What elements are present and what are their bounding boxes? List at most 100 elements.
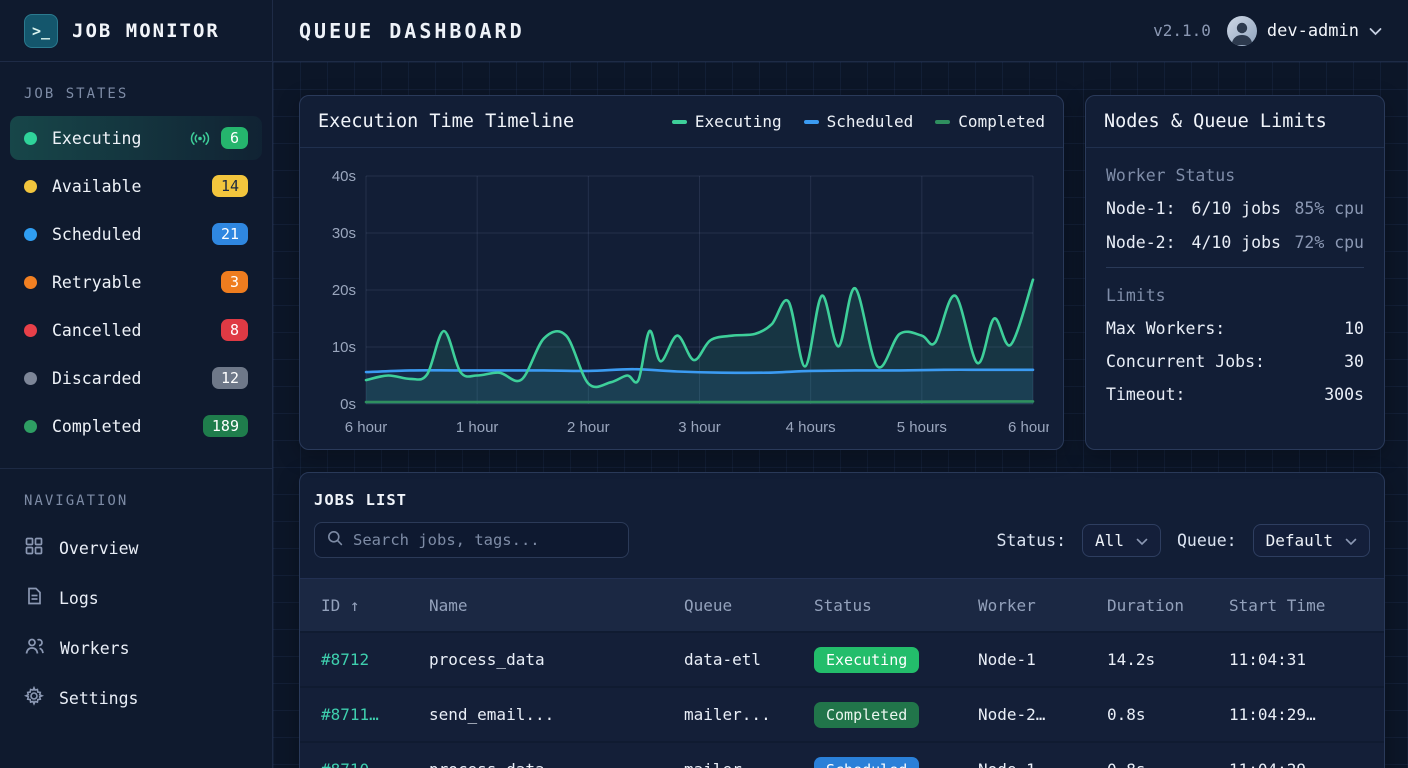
- queue-filter[interactable]: Default: [1252, 523, 1370, 557]
- topbar: QUEUE DASHBOARD v2.1.0 dev-admin: [273, 0, 1408, 62]
- job-start-time: 11:04:29…: [1229, 705, 1316, 724]
- worker-status-row: Node-1: 6/10 jobs 85% cpu: [1106, 199, 1364, 218]
- limit-row: Timeout: 300s: [1106, 385, 1364, 404]
- sidebar: JOB STATES Executing 6 Available 14 Schedule…: [0, 62, 273, 768]
- selected-value: Default: [1265, 530, 1333, 550]
- chart-legend: Executing Scheduled Completed: [671, 112, 1045, 131]
- sidebar-item-workers[interactable]: Workers: [0, 623, 272, 673]
- sidebar-item-settings[interactable]: Settings: [0, 673, 272, 723]
- count-badge: 189: [202, 415, 248, 437]
- svg-text:0s: 0s: [340, 396, 356, 413]
- timeline-panel: Execution Time Timeline Executing Schedul…: [299, 95, 1064, 450]
- version-label: v2.1.0: [1153, 21, 1211, 40]
- legend-item-executing[interactable]: Executing: [671, 112, 782, 131]
- jobs-list-title: JOBS LIST: [314, 491, 407, 509]
- limit-value: 10: [1344, 319, 1364, 338]
- settings-icon: [23, 685, 45, 710]
- sidebar-item-executing[interactable]: Executing 6: [10, 116, 262, 160]
- job-id-link[interactable]: #8710: [321, 760, 429, 768]
- job-id-link[interactable]: #8711…: [321, 705, 429, 724]
- legend-swatch: [935, 119, 951, 124]
- column-header-worker[interactable]: Worker: [978, 596, 1107, 615]
- state-label: Scheduled: [52, 224, 142, 244]
- nodes-panel: Nodes & Queue Limits Worker Status Node-…: [1085, 95, 1385, 450]
- sidebar-item-discarded[interactable]: Discarded 12: [0, 354, 272, 402]
- svg-text:10s: 10s: [332, 339, 356, 356]
- svg-text:40s: 40s: [332, 168, 356, 185]
- legend-item-completed[interactable]: Completed: [935, 112, 1045, 131]
- logo: >_ JOB MONITOR: [0, 0, 273, 62]
- job-name: process_data: [429, 650, 545, 669]
- app-root: >_ JOB MONITOR QUEUE DASHBOARD v2.1.0 de…: [0, 0, 1408, 768]
- status-badge: Scheduled: [814, 756, 920, 768]
- legend-label: Executing: [694, 112, 782, 131]
- overview-icon: [24, 536, 44, 560]
- svg-text:20s: 20s: [332, 282, 356, 299]
- limit-row: Concurrent Jobs: 30: [1106, 352, 1364, 371]
- job-duration: 14.2s: [1107, 650, 1156, 669]
- job-name: process_data: [429, 760, 684, 768]
- svg-text:4 hours: 4 hours: [786, 419, 836, 436]
- sidebar-item-retryable[interactable]: Retryable 3: [0, 258, 272, 306]
- nodes-title: Nodes & Queue Limits: [1104, 111, 1327, 132]
- sidebar-item-scheduled[interactable]: Scheduled 21: [0, 210, 272, 258]
- avatar: [1226, 15, 1257, 46]
- state-dot: [24, 323, 37, 337]
- worker-cpu: 85% cpu: [1294, 199, 1364, 218]
- job-id-link[interactable]: #8712: [321, 650, 429, 669]
- user-name: dev-admin: [1266, 20, 1359, 41]
- live-icon: [189, 131, 211, 146]
- queue-filter-label: Queue:: [1176, 530, 1237, 550]
- limit-row: Max Workers: 10: [1106, 319, 1364, 338]
- column-header-duration[interactable]: Duration: [1107, 596, 1229, 615]
- page-title: QUEUE DASHBOARD: [299, 18, 525, 43]
- limit-value: 300s: [1324, 385, 1364, 404]
- filters: Status: All Queue: Default: [996, 523, 1370, 557]
- chevron-down-icon: [1136, 531, 1148, 550]
- search-icon: [327, 530, 343, 550]
- sidebar-item-logs[interactable]: Logs: [0, 573, 272, 623]
- nav-label: Overview: [59, 538, 139, 558]
- worker-status-list: Node-1: 6/10 jobs 85% cpu Node-2: 4/10 jobs 7…: [1106, 199, 1364, 252]
- svg-text:30s: 30s: [332, 225, 356, 242]
- svg-text:6 hours: 6 hours: [1008, 419, 1049, 436]
- limit-label: Timeout:: [1106, 385, 1186, 404]
- status-filter-label: Status:: [996, 530, 1067, 550]
- search-input[interactable]: [353, 531, 616, 549]
- user-menu[interactable]: dev-admin: [1226, 15, 1382, 46]
- column-header-id-sort[interactable]: ID ↑: [321, 596, 429, 615]
- count-badge: 3: [220, 271, 248, 293]
- legend-label: Completed: [958, 112, 1045, 131]
- legend-item-scheduled[interactable]: Scheduled: [803, 112, 914, 131]
- column-header-queue[interactable]: Queue: [684, 596, 814, 615]
- table-row[interactable]: #8710process_datamailerScheduled Node-10.…: [300, 741, 1384, 768]
- table-row[interactable]: #8712 process_data data-etl Executing Node-1…: [300, 631, 1384, 686]
- state-label: Available: [52, 176, 142, 196]
- legend-swatch: [671, 119, 687, 124]
- table-row[interactable]: #8711… send_email... mailer... Completed Nod…: [300, 686, 1384, 741]
- count-badge: 21: [211, 223, 248, 245]
- status-filter[interactable]: All: [1082, 523, 1161, 557]
- terminal-icon: >_: [24, 13, 58, 48]
- count-badge: 6: [220, 127, 248, 149]
- worker-cpu: 72% cpu: [1294, 233, 1364, 252]
- main-content: Execution Time Timeline Executing Schedul…: [273, 62, 1408, 768]
- sidebar-item-cancelled[interactable]: Cancelled 8: [0, 306, 272, 354]
- sidebar-item-completed[interactable]: Completed 189: [0, 402, 272, 450]
- jobs-panel: JOBS LIST Status: All Queue: Default ID ↑Na…: [299, 472, 1385, 768]
- column-header-start-time[interactable]: Start Time: [1229, 596, 1384, 615]
- timeline-svg: 0s 10s 20s 30s 40s 6 hour 1 hour 2 hour 3 hour 4 …: [332, 168, 1058, 436]
- column-header-status[interactable]: Status: [814, 596, 978, 615]
- svg-text:1 hour: 1 hour: [456, 419, 499, 436]
- column-header-name[interactable]: Name: [429, 596, 684, 615]
- limit-label: Max Workers:: [1106, 319, 1226, 338]
- legend-label: Scheduled: [826, 112, 914, 131]
- state-dot: [24, 131, 37, 145]
- sidebar-item-overview[interactable]: Overview: [0, 523, 272, 573]
- search-box: [314, 522, 629, 558]
- job-worker: Node-2…: [978, 705, 1046, 724]
- state-label: Discarded: [52, 368, 142, 388]
- job-states-list: Executing 6 Available 14 Scheduled 21 Retryabl…: [0, 116, 272, 450]
- state-dot: [24, 227, 37, 241]
- sidebar-item-available[interactable]: Available 14: [0, 162, 272, 210]
